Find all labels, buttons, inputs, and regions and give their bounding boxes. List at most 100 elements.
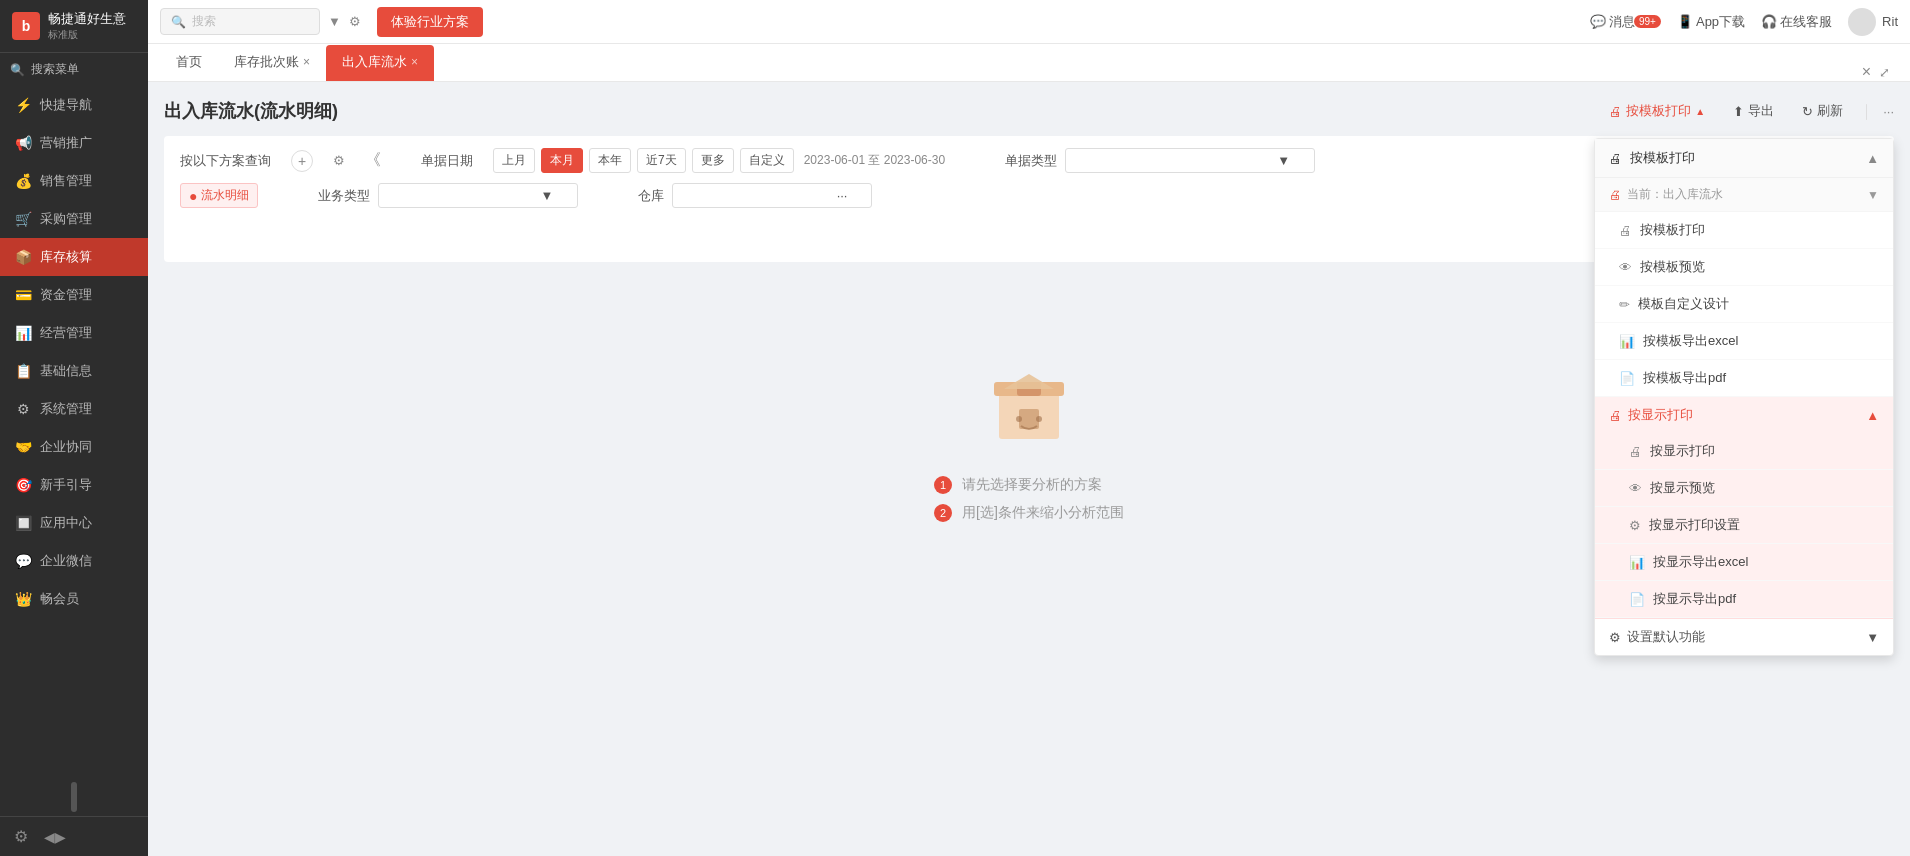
dropdown-collapse-icon[interactable]: ▲ (1866, 151, 1879, 166)
chevron-up-icon: ▲ (1866, 408, 1879, 423)
tab-home[interactable]: 首页 (160, 45, 218, 81)
dropdown-item-template-design[interactable]: ✏ 模板自定义设计 (1595, 286, 1893, 323)
date-btn-more[interactable]: 更多 (692, 148, 734, 173)
sidebar-item-label: 系统管理 (40, 400, 92, 418)
doc-type-select[interactable]: ▼ (1065, 148, 1315, 173)
sidebar: b 畅捷通好生意 标准版 🔍 搜索菜单 ⚡ 快捷导航 📢 营销推广 💰 销售管理… (0, 0, 148, 856)
sidebar-item-operations[interactable]: 📊 经营管理 (0, 314, 148, 352)
sidebar-item-inventory[interactable]: 📦 库存核算 (0, 238, 148, 276)
app-download-label: App下载 (1696, 13, 1745, 31)
online-service-area[interactable]: 🎧 在线客服 (1761, 13, 1832, 31)
date-btn-7days[interactable]: 近7天 (637, 148, 686, 173)
sidebar-item-marketing[interactable]: 📢 营销推广 (0, 124, 148, 162)
svg-marker-3 (1004, 374, 1054, 389)
sidebar-scrollbar[interactable] (71, 782, 77, 812)
cooperation-icon: 🤝 (14, 438, 32, 456)
topbar-search[interactable]: 🔍 搜索 (160, 8, 320, 35)
refresh-icon: ↻ (1802, 104, 1813, 119)
add-filter-btn[interactable]: + (291, 150, 313, 172)
tab-inout-flow[interactable]: 出入库流水 × (326, 45, 434, 81)
sidebar-item-system[interactable]: ⚙ 系统管理 (0, 390, 148, 428)
sidebar-item-label: 快捷导航 (40, 96, 92, 114)
dropdown-item-template-preview[interactable]: 👁 按模板预览 (1595, 249, 1893, 286)
dropdown-item-template-print[interactable]: 🖨 按模板打印 (1595, 212, 1893, 249)
divider: │ (1863, 104, 1871, 119)
sidebar-item-app-center[interactable]: 🔲 应用中心 (0, 504, 148, 542)
biz-type-select[interactable]: ▼ (378, 183, 578, 208)
item-label: 按显示打印设置 (1649, 516, 1740, 534)
date-group: 上月 本月 本年 近7天 更多 自定义 2023-06-01 至 2023-06… (493, 148, 945, 173)
dropdown-item-template-pdf[interactable]: 📄 按模板导出pdf (1595, 360, 1893, 397)
refresh-btn[interactable]: ↻ 刷新 (1794, 98, 1851, 124)
collapse-filter-icon[interactable]: 《 (365, 150, 381, 171)
display-print-header[interactable]: 🖨 按显示打印 ▲ (1595, 397, 1893, 433)
biz-type-label: 业务类型 (318, 187, 370, 205)
dropdown-item-display-preview[interactable]: 👁 按显示预览 (1595, 470, 1893, 507)
sidebar-item-guide[interactable]: 🎯 新手引导 (0, 466, 148, 504)
sidebar-item-basic[interactable]: 📋 基础信息 (0, 352, 148, 390)
sidebar-item-label: 企业协同 (40, 438, 92, 456)
filter-tag-active[interactable]: ● 流水明细 (180, 183, 258, 208)
biz-type-area: 业务类型 ▼ (318, 183, 578, 208)
dropdown-arrow-icon[interactable]: ▼ (328, 14, 341, 29)
close-window-icon[interactable]: × (1862, 63, 1871, 81)
dropdown-item-display-excel[interactable]: 📊 按显示导出excel (1595, 544, 1893, 581)
search-label: 搜索菜单 (31, 61, 79, 78)
more-options-icon[interactable]: ··· (1883, 104, 1894, 119)
sidebar-item-label: 企业微信 (40, 552, 92, 570)
display-print-label: 按显示打印 (1628, 406, 1693, 424)
app-download-area[interactable]: 📱 App下载 (1677, 13, 1745, 31)
excel-icon: 📊 (1629, 555, 1645, 570)
item-label: 按显示打印 (1650, 442, 1715, 460)
template-print-btn[interactable]: 🖨 按模板打印 ▲ (1601, 98, 1713, 124)
sidebar-nav: ⚡ 快捷导航 📢 营销推广 💰 销售管理 🛒 采购管理 📦 库存核算 💳 资金管… (0, 86, 148, 778)
dropdown-title: 🖨 按模板打印 (1609, 149, 1695, 167)
print-icon: 🖨 (1609, 151, 1622, 166)
app-download-icon: 📱 (1677, 14, 1693, 29)
refresh-label: 刷新 (1817, 102, 1843, 120)
default-icon: ⚙ (1609, 630, 1621, 645)
date-btn-this-month[interactable]: 本月 (541, 148, 583, 173)
dropdown-footer-default[interactable]: ⚙ 设置默认功能 ▼ (1595, 619, 1893, 655)
date-btn-last-month[interactable]: 上月 (493, 148, 535, 173)
marketing-icon: 📢 (14, 134, 32, 152)
item-label: 按显示导出pdf (1653, 590, 1736, 608)
dropdown-item-display-pdf[interactable]: 📄 按显示导出pdf (1595, 581, 1893, 618)
display-print-header-icon: 🖨 (1609, 408, 1622, 423)
sidebar-item-quick-nav[interactable]: ⚡ 快捷导航 (0, 86, 148, 124)
dropdown-current-label: 🖨 当前：出入库流水 ▼ (1595, 178, 1893, 212)
avatar (1848, 8, 1876, 36)
tab-home-label: 首页 (176, 53, 202, 71)
expand-window-icon[interactable]: ⤢ (1879, 65, 1890, 80)
settings-filter-icon[interactable]: ⚙ (333, 153, 345, 168)
member-icon: 👑 (14, 590, 32, 608)
dropdown-item-display-settings[interactable]: ⚙ 按显示打印设置 (1595, 507, 1893, 544)
collapse-sidebar-icon[interactable]: ◀▶ (44, 829, 66, 845)
sidebar-item-finance[interactable]: 💳 资金管理 (0, 276, 148, 314)
export-btn[interactable]: ⬆ 导出 (1725, 98, 1782, 124)
sidebar-search[interactable]: 🔍 搜索菜单 (0, 53, 148, 86)
sidebar-item-wechat[interactable]: 💬 企业微信 (0, 542, 148, 580)
tab-batch-account[interactable]: 库存批次账 × (218, 45, 326, 81)
sidebar-item-purchase[interactable]: 🛒 采购管理 (0, 200, 148, 238)
date-btn-this-year[interactable]: 本年 (589, 148, 631, 173)
sidebar-item-member[interactable]: 👑 畅会员 (0, 580, 148, 618)
topbar-settings-icon[interactable]: ⚙ (349, 14, 361, 29)
date-label: 单据日期 (421, 152, 473, 170)
tab-inout-flow-close[interactable]: × (411, 55, 418, 69)
export-icon: ⬆ (1733, 104, 1744, 119)
tab-batch-account-close[interactable]: × (303, 55, 310, 69)
topbar: 🔍 搜索 ▼ ⚙ 体验行业方案 💬 消息 99+ 📱 App下载 🎧 在线客服 … (148, 0, 1910, 44)
trial-btn[interactable]: 体验行业方案 (377, 7, 483, 37)
warehouse-label: 仓库 (638, 187, 664, 205)
tabs: 首页 库存批次账 × 出入库流水 × × ⤢ (148, 44, 1910, 82)
settings-icon[interactable]: ⚙ (14, 827, 28, 846)
user-area[interactable]: Rit (1848, 8, 1898, 36)
message-area[interactable]: 💬 消息 99+ (1590, 13, 1661, 31)
dropdown-item-template-excel[interactable]: 📊 按模板导出excel (1595, 323, 1893, 360)
warehouse-select[interactable]: ··· (672, 183, 872, 208)
date-btn-custom[interactable]: 自定义 (740, 148, 794, 173)
sidebar-item-sales[interactable]: 💰 销售管理 (0, 162, 148, 200)
dropdown-item-display-print[interactable]: 🖨 按显示打印 (1595, 433, 1893, 470)
sidebar-item-cooperation[interactable]: 🤝 企业协同 (0, 428, 148, 466)
